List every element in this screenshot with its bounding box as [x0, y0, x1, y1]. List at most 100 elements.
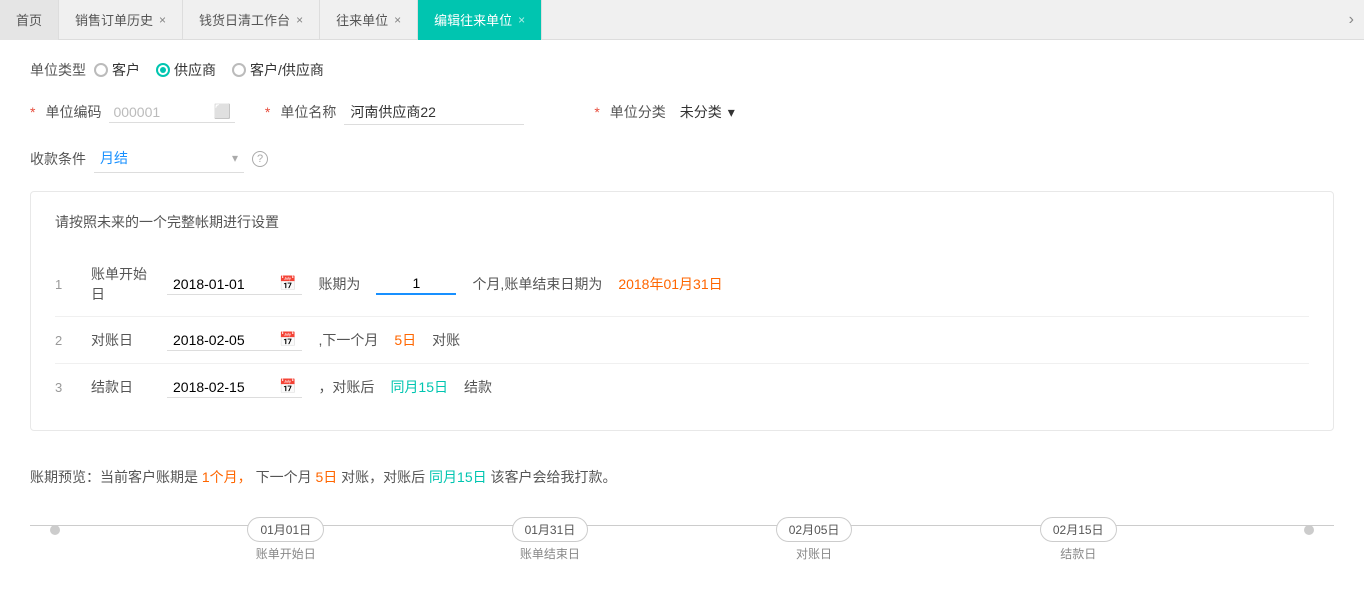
unit-class-label: 单位分类	[610, 102, 666, 122]
timeline-node-2: 01月31日 账单结束日	[512, 517, 589, 542]
required-star-name: *	[265, 104, 270, 120]
preview-payment-suffix: 该客户会给我打款。	[491, 469, 617, 485]
timeline-container: 01月01日 账单开始日 01月31日 账单结束日 02月05日 对账	[30, 507, 1334, 582]
payment-label: 收款条件	[30, 149, 86, 169]
payment-help-icon[interactable]: ?	[252, 151, 268, 167]
preview-reconcile-prefix: 下一个月	[256, 469, 312, 485]
radio-label-supplier: 供应商	[174, 60, 216, 80]
unit-code-field: * 单位编码 ⬜	[30, 101, 235, 123]
row-desc-3a: ，对账后	[318, 377, 374, 397]
timeline-badge-4: 02月15日	[1040, 517, 1117, 542]
row-label-3: 结款日	[91, 377, 151, 397]
preview-section: 账期预览：当前客户账期是 1个月， 下一个月 5日 对账，对账后 同月15日 该…	[30, 451, 1334, 582]
row-desc-2a: ,下一个月	[318, 330, 378, 350]
period-input[interactable]	[376, 273, 456, 295]
timeline-start-dot	[50, 525, 60, 535]
preview-reconcile-suffix: 对账，对账后	[341, 469, 425, 485]
timeline-dot-end	[1304, 525, 1314, 535]
payment-date-input-wrap: 📅	[167, 376, 302, 398]
row-desc-2b: 对账	[432, 330, 460, 350]
payment-chevron-icon: ▾	[232, 151, 238, 165]
payment-date-input[interactable]	[173, 379, 273, 395]
timeline-label-1: 账单开始日	[256, 545, 316, 562]
payment-row: 收款条件 月结 ▾ ?	[30, 144, 1334, 173]
reconcile-day-highlight: 5日	[394, 330, 416, 350]
payment-value: 月结	[100, 148, 226, 168]
unit-class-value: 未分类	[680, 102, 722, 122]
row-num-2: 2	[55, 333, 75, 348]
timeline-label-3: 对账日	[796, 545, 832, 562]
timeline-end-dot	[1304, 525, 1314, 535]
timeline-node-3: 02月05日 对账日	[776, 517, 853, 542]
preview-label: 账期预览：当前客户账期是	[30, 469, 198, 485]
settings-card: 请按照未来的一个完整帐期进行设置 1 账单开始日 📅 账期为 个月,账单结束日期…	[30, 191, 1334, 431]
tab-cash-work[interactable]: 钱货日清工作台 ×	[183, 0, 320, 40]
timeline-node-4: 02月15日 结款日	[1040, 517, 1117, 542]
row-label-1: 账单开始日	[91, 264, 151, 304]
row-desc-1b: 个月,账单结束日期为	[472, 274, 602, 294]
tab-partner[interactable]: 往来单位 ×	[320, 0, 418, 40]
radio-label-customer: 客户	[112, 60, 140, 80]
unit-type-label: 单位类型	[30, 60, 86, 80]
tab-close-partner[interactable]: ×	[394, 13, 401, 27]
unit-code-input-wrap: ⬜	[109, 101, 234, 123]
timeline-badge-3: 02月05日	[776, 517, 853, 542]
row-label-2: 对账日	[91, 330, 151, 350]
unit-class-field: * 单位分类 未分类 ▾	[594, 98, 823, 126]
tab-close-edit-partner[interactable]: ×	[518, 13, 525, 27]
radio-supplier[interactable]: 供应商	[156, 60, 216, 80]
radio-circle-supplier	[156, 63, 170, 77]
payment-day-highlight: 同月15日	[390, 377, 448, 397]
timeline-label-2: 账单结束日	[520, 545, 580, 562]
unit-name-input[interactable]	[344, 100, 524, 125]
timeline: 01月01日 账单开始日 01月31日 账单结束日 02月05日 对账	[50, 517, 1314, 542]
start-date-input-wrap: 📅	[167, 273, 302, 295]
unit-code-copy-icon[interactable]: ⬜	[213, 103, 230, 120]
timeline-badge-1: 01月01日	[247, 517, 324, 542]
reconcile-date-input[interactable]	[173, 332, 273, 348]
row-num-1: 1	[55, 277, 75, 292]
radio-circle-both	[232, 63, 246, 77]
row-desc-1a: 账期为	[318, 274, 360, 294]
tab-more-button[interactable]: ›	[1339, 11, 1364, 29]
unit-info-row: * 单位编码 ⬜ * 单位名称 * 单位分类 未分类 ▾	[30, 98, 1334, 126]
preview-reconcile-highlight: 5日	[315, 469, 337, 485]
start-date-calendar-icon[interactable]: 📅	[279, 275, 296, 292]
setting-row-3: 3 结款日 📅 ，对账后 同月15日 结款	[55, 364, 1309, 410]
unit-code-input[interactable]	[113, 104, 213, 120]
unit-name-field: * 单位名称	[265, 100, 524, 125]
tab-edit-partner[interactable]: 编辑往来单位 ×	[418, 0, 542, 40]
tab-sales-history[interactable]: 销售订单历史 ×	[59, 0, 183, 40]
row-desc-3b: 结款	[464, 377, 492, 397]
end-date-highlight: 2018年01月31日	[618, 274, 722, 294]
preview-text: 账期预览：当前客户账期是 1个月， 下一个月 5日 对账，对账后 同月15日 该…	[30, 467, 1334, 487]
reconcile-date-calendar-icon[interactable]: 📅	[279, 331, 296, 348]
timeline-dot-start	[50, 525, 60, 535]
start-date-input[interactable]	[173, 276, 273, 292]
tab-home[interactable]: 首页	[0, 0, 59, 40]
main-content: 单位类型 客户 供应商 客户/供应商 * 单位编码	[0, 40, 1364, 608]
radio-customer[interactable]: 客户	[94, 60, 140, 80]
payment-select[interactable]: 月结 ▾	[94, 144, 244, 173]
radio-label-both: 客户/供应商	[250, 60, 324, 80]
required-star-code: *	[30, 104, 35, 120]
radio-circle-customer	[94, 63, 108, 77]
tab-close-cash-work[interactable]: ×	[296, 13, 303, 27]
unit-class-chevron-icon: ▾	[728, 104, 735, 121]
reconcile-date-input-wrap: 📅	[167, 329, 302, 351]
tab-close-sales-history[interactable]: ×	[159, 13, 166, 27]
timeline-badge-2: 01月31日	[512, 517, 589, 542]
timeline-node-1: 01月01日 账单开始日	[247, 517, 324, 542]
radio-both[interactable]: 客户/供应商	[232, 60, 324, 80]
unit-type-row: 单位类型 客户 供应商 客户/供应商	[30, 60, 1334, 80]
setting-row-1: 1 账单开始日 📅 账期为 个月,账单结束日期为 2018年01月31日	[55, 252, 1309, 317]
radio-group-unit-type: 客户 供应商 客户/供应商	[94, 60, 324, 80]
unit-name-label: 单位名称	[280, 102, 336, 122]
required-star-class: *	[594, 104, 599, 120]
card-title: 请按照未来的一个完整帐期进行设置	[55, 212, 1309, 232]
payment-date-calendar-icon[interactable]: 📅	[279, 378, 296, 395]
unit-type-field: 单位类型 客户 供应商 客户/供应商	[30, 60, 324, 80]
row-num-3: 3	[55, 380, 75, 395]
timeline-label-4: 结款日	[1060, 545, 1096, 562]
unit-class-select[interactable]: 未分类 ▾	[674, 98, 824, 126]
